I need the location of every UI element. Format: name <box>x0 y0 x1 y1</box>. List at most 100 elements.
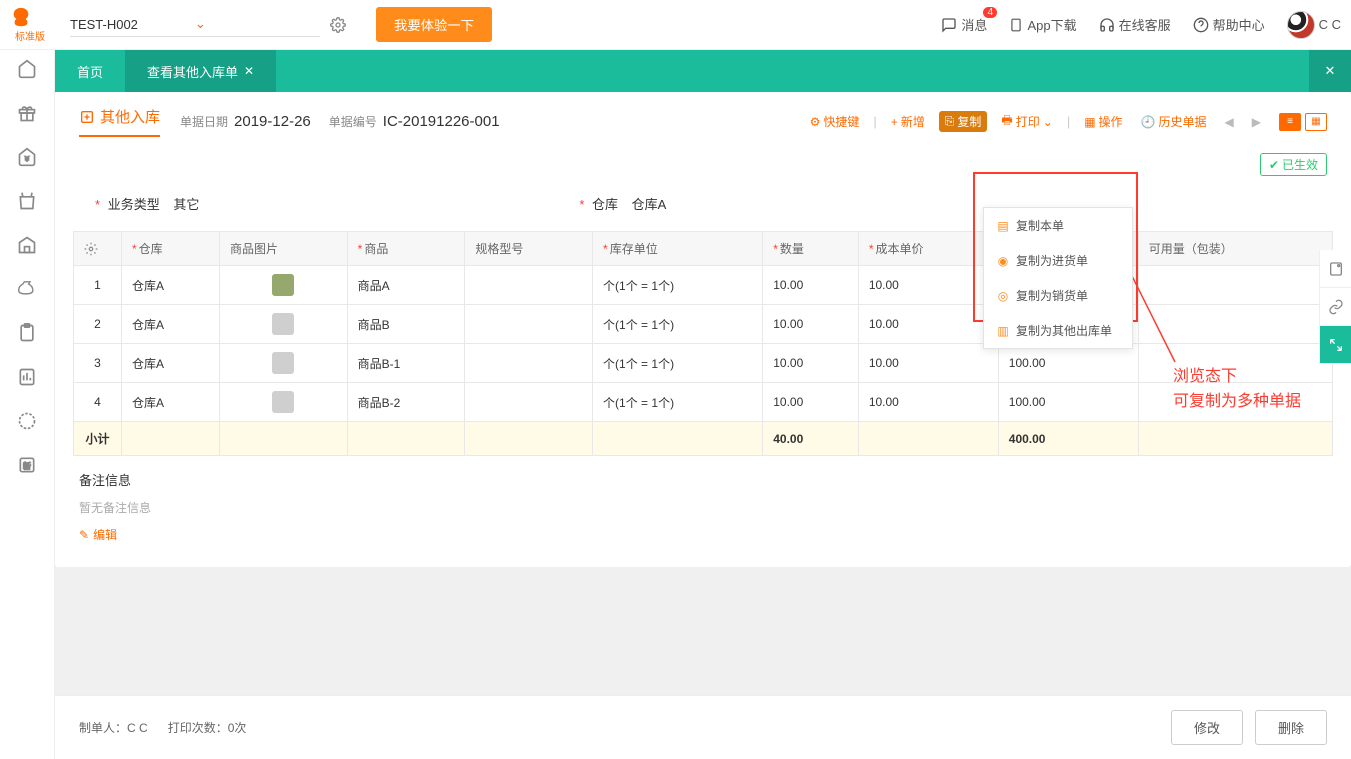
row-spec <box>465 344 593 383</box>
row-available <box>1138 305 1332 344</box>
subtotal-row: 小计 40.00 400.00 <box>74 422 1333 456</box>
row-index: 3 <box>74 344 122 383</box>
company-selector[interactable]: TEST-H002 ⌄ <box>70 12 320 37</box>
settings-gear-icon[interactable] <box>330 17 346 33</box>
messages-link[interactable]: 消息 4 <box>941 15 987 34</box>
copy-as-other-out-item[interactable]: ▥ 复制为其他出库单 <box>984 313 1132 348</box>
online-service-link[interactable]: 在线客服 <box>1099 15 1171 34</box>
row-product: 商品B <box>347 305 465 344</box>
close-icon[interactable]: ✕ <box>244 64 254 78</box>
nav-sync-icon[interactable] <box>16 410 38 432</box>
status-effective-badge: ✔ 已生效 <box>1260 153 1327 176</box>
copy-this-label: 复制本单 <box>1016 217 1064 234</box>
remark-empty-text: 暂无备注信息 <box>79 499 1327 516</box>
prev-button[interactable]: ◀ <box>1221 113 1238 131</box>
rail-expand-icon[interactable] <box>1319 326 1351 364</box>
rail-note-icon[interactable] <box>1319 250 1351 288</box>
col-image: 商品图片 <box>220 232 348 266</box>
help-center-link[interactable]: 帮助中心 <box>1193 15 1265 34</box>
col-qty: *数量 <box>763 232 859 266</box>
user-menu[interactable]: C C <box>1287 11 1341 39</box>
copy-button[interactable]: ⎘ 复制 <box>939 111 988 132</box>
row-image <box>220 383 348 422</box>
date-label: 单据日期 <box>180 115 228 129</box>
table-row[interactable]: 4 仓库A 商品B-2 个(1个 = 1个) 10.00 10.00 100.0… <box>74 383 1333 422</box>
warehouse-label: 仓库 <box>592 197 618 212</box>
doc-type-tab[interactable]: 其他入库 <box>79 106 160 137</box>
list-view-toggle[interactable]: ≡ <box>1279 113 1301 131</box>
nav-clipboard-icon[interactable] <box>16 322 38 344</box>
footer-bar: 制单人： C C 打印次数： 0次 修改 删除 <box>55 695 1351 759</box>
copy-this-item[interactable]: ▤ 复制本单 <box>984 208 1132 243</box>
logo-edition-label: 标准版 <box>10 28 50 43</box>
creator-value: C C <box>127 721 148 735</box>
print-count-label: 打印次数： <box>168 719 228 736</box>
headset-icon <box>1099 17 1115 33</box>
nav-bag-icon[interactable] <box>16 190 38 212</box>
nav-warehouse-icon[interactable] <box>16 234 38 256</box>
nav-home-icon[interactable] <box>16 58 38 80</box>
online-service-label: 在线客服 <box>1119 15 1171 34</box>
remark-title: 备注信息 <box>79 470 1327 489</box>
copy-as-purchase-item[interactable]: ◉ 复制为进货单 <box>984 243 1132 278</box>
close-all-tabs-button[interactable]: ✕ <box>1309 50 1351 92</box>
tabs-bar: 首页 查看其他入库单 ✕ ✕ <box>55 50 1351 92</box>
history-button[interactable]: 🕘 历史单据 <box>1137 111 1211 132</box>
logo[interactable]: 标准版 <box>10 6 50 43</box>
edit-icon: ✎ <box>79 528 89 542</box>
copy-as-sales-item[interactable]: ◎ 复制为销货单 <box>984 278 1132 313</box>
table-row[interactable]: 2 仓库A 商品B 个(1个 = 1个) 10.00 10.00 100.00 <box>74 305 1333 344</box>
rail-link-icon[interactable] <box>1319 288 1351 326</box>
new-button[interactable]: + 新增 <box>887 111 929 132</box>
row-price: 10.00 <box>858 305 998 344</box>
sales-icon: ◎ <box>996 289 1010 303</box>
print-button[interactable]: 🖶 打印 ⌄ <box>997 109 1056 134</box>
next-button[interactable]: ▶ <box>1248 113 1265 131</box>
nav-new-icon[interactable]: 新 <box>16 454 38 476</box>
nav-house-money-icon[interactable]: ¥ <box>16 146 38 168</box>
table-row[interactable]: 1 仓库A 商品A 个(1个 = 1个) 10.00 10.00 100.00 <box>74 266 1333 305</box>
grid-icon: ▦ <box>1084 115 1095 129</box>
table-row[interactable]: 3 仓库A 商品B-1 个(1个 = 1个) 10.00 10.00 100.0… <box>74 344 1333 383</box>
tab-active-label: 查看其他入库单 <box>147 62 238 81</box>
row-unit: 个(1个 = 1个) <box>593 383 763 422</box>
nav-report-icon[interactable] <box>16 366 38 388</box>
docno-value: IC-20191226-001 <box>383 113 500 130</box>
nav-gift-icon[interactable] <box>16 102 38 124</box>
app-download-link[interactable]: App下载 <box>1009 15 1076 34</box>
col-settings[interactable] <box>74 232 122 266</box>
product-thumb-icon <box>272 274 294 296</box>
subtotal-label: 小计 <box>74 422 122 456</box>
subtotal-qty: 40.00 <box>763 422 859 456</box>
avatar <box>1287 11 1315 39</box>
tab-home[interactable]: 首页 <box>55 50 125 92</box>
print-count-value: 0次 <box>228 719 247 736</box>
nav-money-bag-icon[interactable] <box>16 278 38 300</box>
doc-title: 其他入库 <box>100 106 160 127</box>
phone-icon <box>1009 17 1023 33</box>
col-product: *商品 <box>347 232 465 266</box>
product-thumb-icon <box>272 391 294 413</box>
required-mark: * <box>579 197 584 212</box>
inbound-icon <box>79 109 95 125</box>
messages-badge: 4 <box>983 7 997 18</box>
biz-type-label: 业务类型 <box>108 197 160 212</box>
chevron-down-icon: ⌄ <box>195 16 320 32</box>
gear-icon: ⚙ <box>810 115 821 129</box>
row-available <box>1138 266 1332 305</box>
row-amount: 100.00 <box>998 383 1138 422</box>
delete-button[interactable]: 删除 <box>1255 710 1327 745</box>
trial-button[interactable]: 我要体验一下 <box>376 7 492 42</box>
shortcut-button[interactable]: ⚙ 快捷键 <box>806 111 864 132</box>
card-view-toggle[interactable]: ▦ <box>1305 113 1327 131</box>
tab-view-other-inbound[interactable]: 查看其他入库单 ✕ <box>125 50 276 92</box>
edit-remark-link[interactable]: ✎ 编辑 <box>79 526 1327 543</box>
help-center-label: 帮助中心 <box>1213 15 1265 34</box>
modify-button[interactable]: 修改 <box>1171 710 1243 745</box>
col-unit: *库存单位 <box>593 232 763 266</box>
operate-button[interactable]: ▦ 操作 <box>1080 111 1126 132</box>
docno-label: 单据编号 <box>329 115 377 129</box>
col-warehouse: *仓库 <box>122 232 220 266</box>
app-download-label: App下载 <box>1027 15 1076 34</box>
row-image <box>220 305 348 344</box>
